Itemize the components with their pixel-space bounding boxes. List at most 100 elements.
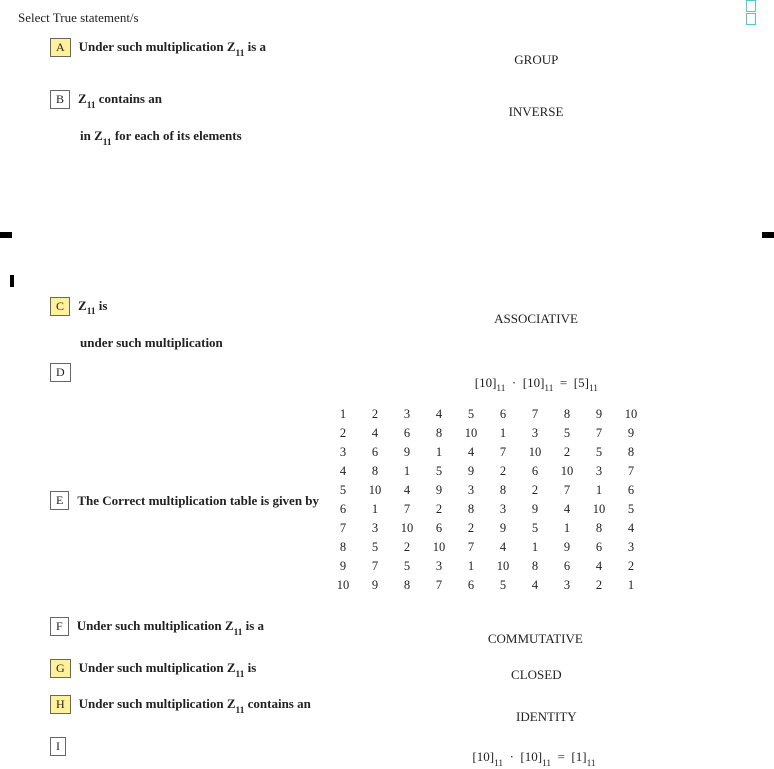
table-cell: 10 — [327, 576, 359, 595]
table-cell: 2 — [583, 576, 615, 595]
option-c-row: C Z11 is ASSOCIATIVE — [50, 297, 714, 327]
option-c-letter[interactable]: C — [50, 297, 70, 316]
option-i-equation: [10]11 · [10]11 = [1]11 — [354, 737, 714, 768]
decor-right-bar — [762, 232, 774, 238]
table-cell: 10 — [583, 500, 615, 519]
table-cell: 9 — [615, 424, 647, 443]
option-f-value: COMMUTATIVE — [357, 617, 714, 647]
table-cell: 1 — [391, 462, 423, 481]
option-b-cont: in Z11 for each of its elements — [80, 128, 774, 147]
option-c-text: Z11 is — [70, 297, 358, 317]
table-cell: 7 — [615, 462, 647, 481]
table-cell: 9 — [583, 405, 615, 424]
table-cell: 1 — [359, 500, 391, 519]
option-b-text: Z11 contains an — [70, 90, 358, 110]
table-cell: 2 — [551, 443, 583, 462]
table-cell: 1 — [327, 405, 359, 424]
table-cell: 4 — [519, 576, 551, 595]
table-cell: 2 — [615, 557, 647, 576]
table-cell: 5 — [615, 500, 647, 519]
table-cell: 8 — [519, 557, 551, 576]
table-cell: 3 — [583, 462, 615, 481]
table-cell: 10 — [615, 405, 647, 424]
option-i-text — [66, 737, 354, 738]
option-b-value: INVERSE — [358, 90, 714, 120]
table-cell: 7 — [391, 500, 423, 519]
table-cell: 6 — [551, 557, 583, 576]
table-cell: 4 — [615, 519, 647, 538]
table-cell: 3 — [327, 443, 359, 462]
table-cell: 1 — [519, 538, 551, 557]
option-i-row: I [10]11 · [10]11 = [1]11 — [50, 737, 714, 768]
table-cell: 3 — [487, 500, 519, 519]
table-cell: 6 — [391, 424, 423, 443]
table-cell: 6 — [359, 443, 391, 462]
table-cell: 9 — [487, 519, 519, 538]
table-cell: 3 — [615, 538, 647, 557]
option-d-row: D [10]11 · [10]11 = [5]11 — [50, 363, 714, 394]
table-cell: 10 — [423, 538, 455, 557]
table-cell: 6 — [327, 500, 359, 519]
table-cell: 5 — [487, 576, 519, 595]
table-cell: 2 — [519, 481, 551, 500]
table-cell: 8 — [455, 500, 487, 519]
table-cell: 4 — [551, 500, 583, 519]
option-c-cont: under such multiplication — [80, 335, 774, 351]
table-cell: 2 — [359, 405, 391, 424]
table-cell: 5 — [551, 424, 583, 443]
table-cell: 6 — [519, 462, 551, 481]
table-cell: 3 — [551, 576, 583, 595]
table-cell: 5 — [423, 462, 455, 481]
decor-box-top-1 — [746, 0, 756, 12]
multiplication-table: 1234567891024681013579369147102584815926… — [327, 405, 647, 595]
decor-left-bar — [0, 232, 12, 238]
option-h-row: H Under such multiplication Z11 contains… — [50, 695, 714, 725]
table-cell: 1 — [583, 481, 615, 500]
table-cell: 5 — [359, 538, 391, 557]
table-cell: 1 — [487, 424, 519, 443]
option-e-row: E The Correct multiplication table is gi… — [50, 405, 744, 595]
table-cell: 7 — [519, 405, 551, 424]
table-cell: 4 — [359, 424, 391, 443]
table-cell: 10 — [551, 462, 583, 481]
table-cell: 8 — [391, 576, 423, 595]
option-e-letter[interactable]: E — [50, 491, 69, 510]
table-cell: 8 — [487, 481, 519, 500]
option-a-letter[interactable]: A — [50, 38, 71, 57]
table-cell: 1 — [615, 576, 647, 595]
table-cell: 5 — [391, 557, 423, 576]
option-b-letter[interactable]: B — [50, 90, 70, 109]
table-cell: 10 — [455, 424, 487, 443]
table-cell: 5 — [327, 481, 359, 500]
option-f-letter[interactable]: F — [50, 617, 69, 636]
option-e-text: The Correct multiplication table is give… — [69, 492, 319, 509]
option-f-row: F Under such multiplication Z11 is a COM… — [50, 617, 714, 647]
table-cell: 4 — [327, 462, 359, 481]
table-cell: 9 — [327, 557, 359, 576]
option-g-letter[interactable]: G — [50, 659, 71, 678]
table-cell: 10 — [359, 481, 391, 500]
table-cell: 6 — [455, 576, 487, 595]
option-f-text: Under such multiplication Z11 is a — [69, 617, 357, 637]
option-d-equation: [10]11 · [10]11 = [5]11 — [359, 363, 714, 394]
table-cell: 7 — [455, 538, 487, 557]
decor-left-mark — [10, 275, 14, 287]
table-cell: 1 — [551, 519, 583, 538]
option-i-letter[interactable]: I — [50, 737, 66, 756]
table-cell: 9 — [391, 443, 423, 462]
table-cell: 4 — [583, 557, 615, 576]
option-h-letter[interactable]: H — [50, 695, 71, 714]
table-cell: 8 — [359, 462, 391, 481]
table-cell: 9 — [455, 462, 487, 481]
table-cell: 3 — [359, 519, 391, 538]
table-cell: 9 — [519, 500, 551, 519]
table-cell: 5 — [455, 405, 487, 424]
table-cell: 10 — [519, 443, 551, 462]
option-a-text: Under such multiplication Z11 is a — [71, 38, 359, 58]
decor-box-top-2 — [746, 13, 756, 25]
option-h-value: IDENTITY — [379, 695, 714, 725]
table-cell: 10 — [487, 557, 519, 576]
option-d-letter[interactable]: D — [50, 363, 71, 382]
option-c-value: ASSOCIATIVE — [358, 297, 714, 327]
option-a-value: GROUP — [359, 38, 714, 68]
